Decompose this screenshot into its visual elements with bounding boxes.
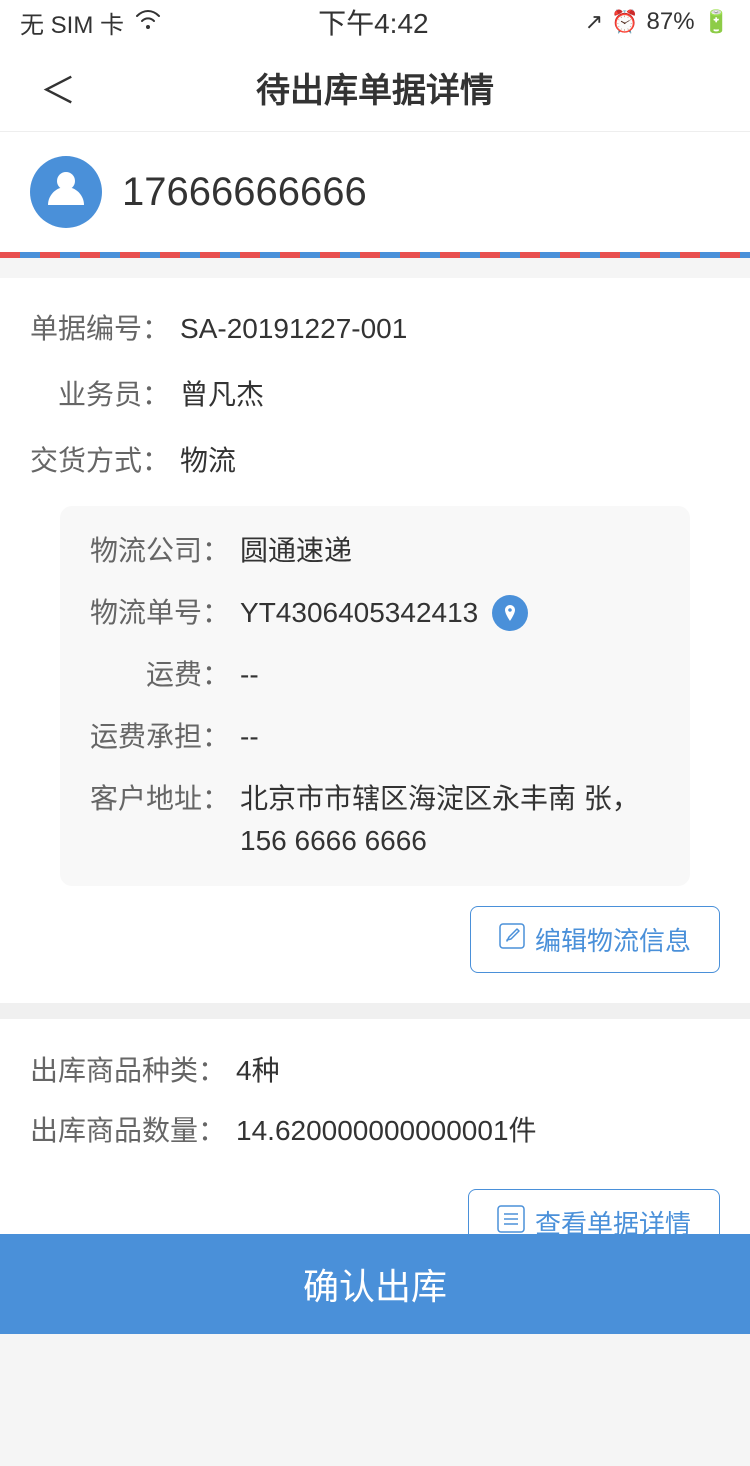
edit-btn-wrap: 编辑物流信息 [30, 886, 720, 973]
customer-header: 17666666666 [0, 132, 750, 252]
edit-logistics-button[interactable]: 编辑物流信息 [470, 906, 720, 973]
address-label: 客户地址： [90, 778, 230, 820]
nav-bar: ＜ 待出库单据详情 [0, 44, 750, 132]
confirm-outbound-button[interactable]: 确认出库 [0, 1234, 750, 1334]
delivery-row: 交货方式： 物流 [30, 440, 720, 482]
status-right: ↗ ⏰ 87% 🔋 [585, 8, 730, 36]
wifi-icon [134, 8, 162, 36]
customer-phone: 17666666666 [122, 170, 367, 215]
logistics-company-row: 物流公司： 圆通速递 [90, 530, 660, 572]
order-info-section: 单据编号： SA-20191227-001 业务员： 曾凡杰 交货方式： 物流 … [0, 278, 750, 1003]
edit-pencil-icon [499, 923, 525, 956]
stock-quantity-row: 出库商品数量： 14.620000000000001件 [30, 1109, 720, 1149]
battery-text: 87% [647, 8, 695, 36]
page-title: 待出库单据详情 [256, 63, 494, 112]
freight-row: 运费： -- [90, 654, 660, 696]
location-service-icon: ↗ [585, 9, 603, 35]
carrier-text: 无 SIM 卡 [20, 5, 124, 40]
salesman-value: 曾凡杰 [180, 374, 720, 416]
edit-btn-label: 编辑物流信息 [535, 921, 691, 958]
order-no-row: 单据编号： SA-20191227-001 [30, 308, 720, 350]
status-bar: 无 SIM 卡 下午4:42 ↗ ⏰ 87% 🔋 [0, 0, 750, 44]
delivery-value: 物流 [180, 440, 720, 482]
salesman-label: 业务员： [30, 374, 170, 416]
back-button[interactable]: ＜ [30, 52, 86, 124]
salesman-row: 业务员： 曾凡杰 [30, 374, 720, 416]
avatar [30, 156, 102, 228]
person-icon [46, 167, 86, 217]
order-no-value: SA-20191227-001 [180, 308, 720, 350]
battery-icon: 🔋 [703, 9, 730, 35]
tracking-no-row: 物流单号： YT4306405342413 [90, 592, 660, 634]
tracking-no-value: YT4306405342413 [240, 592, 660, 634]
section-divider-1 [0, 1003, 750, 1019]
logistics-card: 物流公司： 圆通速递 物流单号： YT4306405342413 运费： -- … [60, 506, 690, 886]
status-left: 无 SIM 卡 [20, 5, 162, 40]
dashed-divider [0, 252, 750, 258]
alarm-icon: ⏰ [611, 9, 638, 35]
stock-quantity-label: 出库商品数量： [30, 1109, 226, 1149]
order-no-label: 单据编号： [30, 308, 170, 350]
map-location-icon[interactable] [492, 595, 528, 631]
confirm-btn-label: 确认出库 [303, 1258, 447, 1310]
address-value: 北京市市辖区海淀区永丰南 张，156 6666 6666 [240, 778, 660, 862]
address-row: 客户地址： 北京市市辖区海淀区永丰南 张，156 6666 6666 [90, 778, 660, 862]
delivery-label: 交货方式： [30, 440, 170, 482]
freight-bear-row: 运费承担： -- [90, 716, 660, 758]
confirm-btn-wrap: 确认出库 [0, 1234, 750, 1334]
freight-bear-label: 运费承担： [90, 716, 230, 758]
freight-value: -- [240, 654, 660, 696]
stock-types-row: 出库商品种类： 4种 [30, 1049, 720, 1089]
stock-quantity-value: 14.620000000000001件 [236, 1109, 537, 1149]
stock-types-label: 出库商品种类： [30, 1049, 226, 1089]
freight-bear-value: -- [240, 716, 660, 758]
freight-label: 运费： [90, 654, 230, 696]
stock-types-value: 4种 [236, 1049, 280, 1089]
logistics-company-value: 圆通速递 [240, 530, 660, 572]
logistics-company-label: 物流公司： [90, 530, 230, 572]
time-display: 下午4:42 [318, 2, 429, 42]
stock-section: 出库商品种类： 4种 出库商品数量： 14.620000000000001件 [0, 1019, 750, 1179]
tracking-no-label: 物流单号： [90, 592, 230, 634]
